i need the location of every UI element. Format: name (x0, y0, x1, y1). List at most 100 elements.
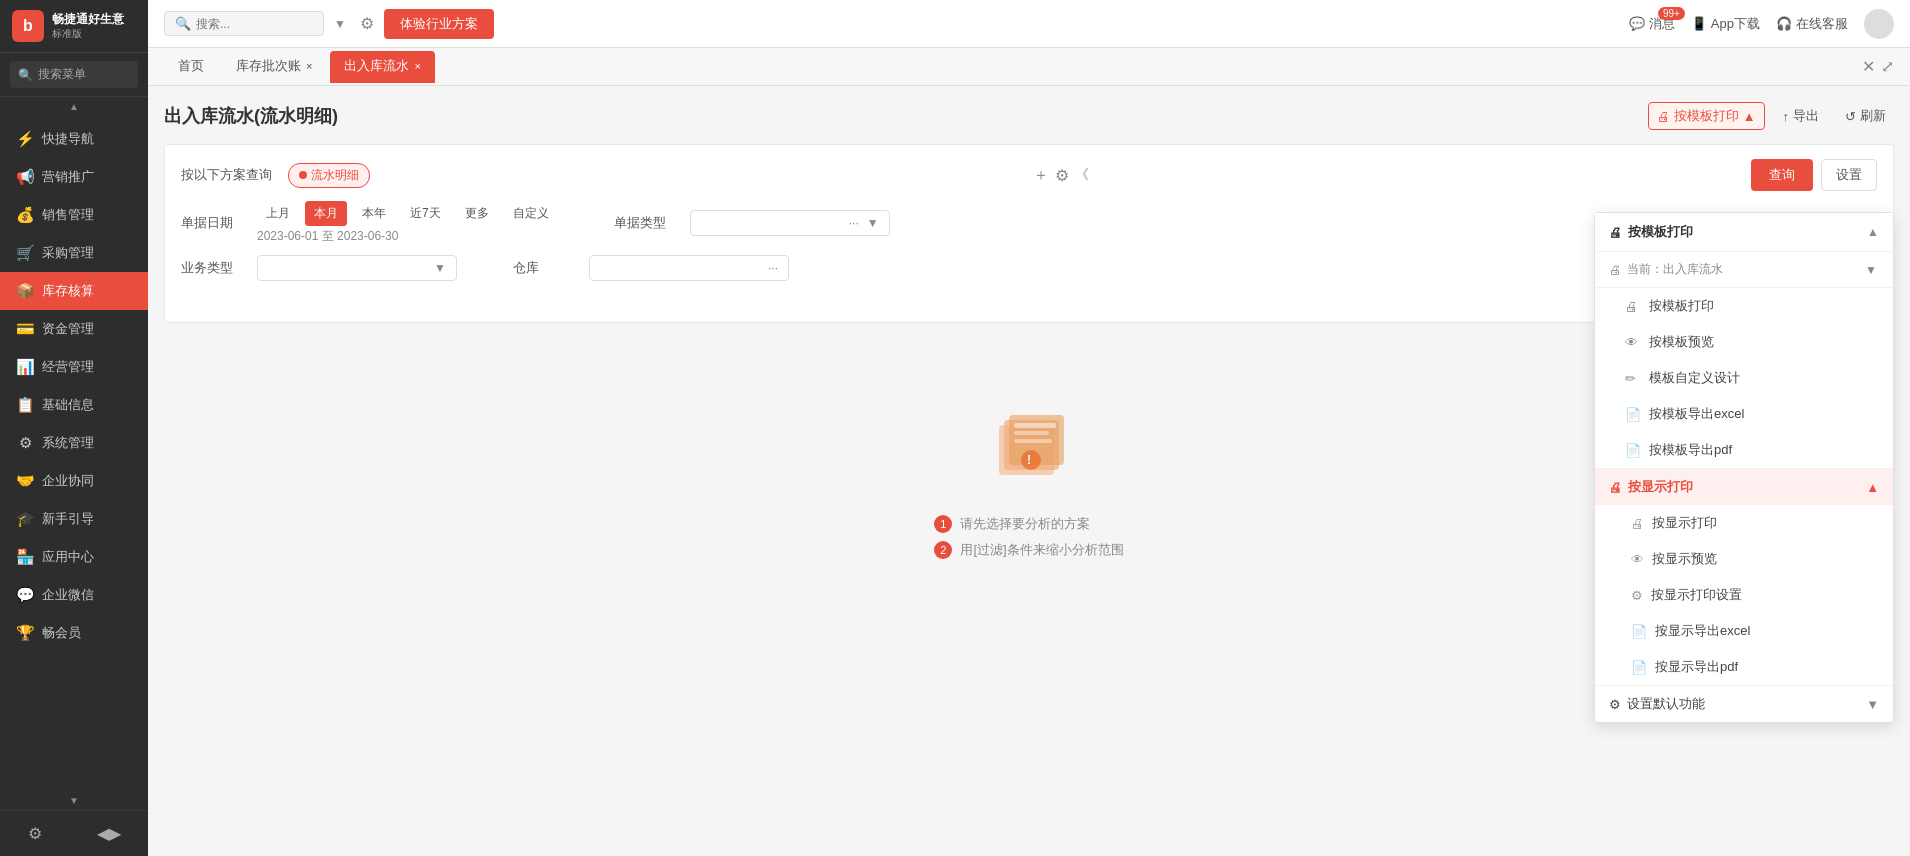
date-7days-btn[interactable]: 近7天 (401, 201, 450, 226)
sidebar-logo: b 畅捷通好生意 标准版 (0, 0, 148, 53)
doc-type-select[interactable]: ··· ▼ (690, 210, 890, 236)
tab-close-all-button[interactable]: ✕ (1862, 57, 1875, 76)
dropdown-collapse-icon[interactable]: ▲ (1867, 225, 1879, 239)
sidebar-item-sales[interactable]: 💰 销售管理 (0, 196, 148, 234)
template-print-item[interactable]: 🖨 按模板打印 (1595, 288, 1893, 324)
sidebar-item-collaboration[interactable]: 🤝 企业协同 (0, 462, 148, 500)
logo-text: 畅捷通好生意 标准版 (52, 12, 124, 41)
filter-add-button[interactable]: ＋ (1033, 165, 1049, 186)
date-this-month-btn[interactable]: 本月 (305, 201, 347, 226)
filter-collapse-button[interactable]: 《 (1075, 166, 1089, 184)
template-export-excel-item[interactable]: 📄 按模板导出excel (1595, 396, 1893, 432)
template-preview-item[interactable]: 👁 按模板预览 (1595, 324, 1893, 360)
display-export-excel-item[interactable]: 📄 按显示导出excel (1595, 613, 1893, 649)
sidebar-item-label: 资金管理 (42, 320, 94, 338)
tab-flow[interactable]: 出入库流水 × (330, 51, 434, 83)
sidebar-item-membership[interactable]: 🏆 畅会员 (0, 614, 148, 652)
app-download-button[interactable]: 📱 App下载 (1691, 15, 1760, 33)
doc-type-more-icon[interactable]: ··· (849, 216, 859, 230)
scroll-down-arrow[interactable]: ▼ (0, 791, 148, 810)
template-export-excel-label: 按模板导出excel (1649, 405, 1744, 423)
set-button[interactable]: 设置 (1821, 159, 1877, 191)
tab-expand-button[interactable]: ⤢ (1881, 57, 1894, 76)
date-more-btn[interactable]: 更多 (456, 201, 498, 226)
sidebar-item-wechat[interactable]: 💬 企业微信 (0, 576, 148, 614)
date-last-month-btn[interactable]: 上月 (257, 201, 299, 226)
topbar-settings-icon[interactable]: ⚙ (360, 14, 374, 33)
template-export-excel-icon: 📄 (1625, 407, 1641, 422)
display-section-label: 按显示打印 (1628, 478, 1693, 496)
trial-industry-button[interactable]: 体验行业方案 (384, 9, 494, 39)
sidebar-search-inner[interactable]: 🔍 搜索菜单 (10, 61, 138, 88)
topbar-search-input[interactable] (196, 17, 296, 31)
template-customize-label: 模板自定义设计 (1649, 369, 1740, 387)
display-export-pdf-label: 按显示导出pdf (1655, 658, 1738, 676)
user-avatar[interactable] (1864, 9, 1894, 39)
online-service-button[interactable]: 🎧 在线客服 (1776, 15, 1848, 33)
topbar-search-box[interactable]: 🔍 (164, 11, 324, 36)
export-icon: ↑ (1783, 109, 1790, 124)
filter-actions: ＋ ⚙ 《 (1033, 165, 1089, 186)
display-preview-item[interactable]: 👁 按显示预览 (1595, 541, 1893, 577)
sidebar-item-basics[interactable]: 📋 基础信息 (0, 386, 148, 424)
business-type-select[interactable]: ▼ (257, 255, 457, 281)
template-customize-item[interactable]: ✏ 模板自定义设计 (1595, 360, 1893, 396)
sidebar-item-app-center[interactable]: 🏪 应用中心 (0, 538, 148, 576)
sidebar-item-purchase[interactable]: 🛒 采购管理 (0, 234, 148, 272)
export-button[interactable]: ↑ 导出 (1775, 103, 1828, 129)
scroll-up-arrow[interactable]: ▲ (0, 97, 148, 116)
sidebar-item-system[interactable]: ⚙ 系统管理 (0, 424, 148, 462)
dropdown-footer[interactable]: ⚙ 设置默认功能 ▼ (1595, 685, 1893, 722)
tab-inventory-batch-close[interactable]: × (306, 60, 312, 72)
refresh-button[interactable]: ↺ 刷新 (1837, 103, 1894, 129)
page-content: 出入库流水(流水明细) 🖨 按模板打印 ▲ ↑ 导出 ↺ 刷新 (148, 86, 1910, 856)
tab-home[interactable]: 首页 (164, 51, 218, 83)
settings-bottom-btn[interactable]: ⚙ (18, 819, 52, 848)
template-preview-icon: 👁 (1625, 335, 1641, 350)
sidebar-item-marketing[interactable]: 📢 营销推广 (0, 158, 148, 196)
default-settings-label: 设置默认功能 (1627, 695, 1705, 713)
display-print-settings-item[interactable]: ⚙ 按显示打印设置 (1595, 577, 1893, 613)
dropdown-current-section: 🖨 当前：出入库流水 ▼ (1595, 252, 1893, 287)
warehouse-more-icon[interactable]: ··· (768, 261, 778, 275)
sidebar-bottom: ⚙ ◀▶ (0, 810, 148, 856)
svg-rect-5 (1014, 439, 1052, 443)
tab-flow-close[interactable]: × (414, 60, 420, 72)
message-button[interactable]: 💬 消息 99+ (1629, 15, 1675, 33)
template-preview-label: 按模板预览 (1649, 333, 1714, 351)
sidebar-item-newbie[interactable]: 🎓 新手引导 (0, 500, 148, 538)
sidebar-item-finance[interactable]: 💳 资金管理 (0, 310, 148, 348)
sidebar-item-label: 新手引导 (42, 510, 94, 528)
app-download-icon: 📱 (1691, 16, 1707, 31)
date-custom-btn[interactable]: 自定义 (504, 201, 558, 226)
marketing-icon: 📢 (16, 168, 34, 186)
print-icon: 🖨 (1657, 109, 1670, 124)
warehouse-select[interactable]: ··· (589, 255, 789, 281)
display-print-item[interactable]: 🖨 按显示打印 (1595, 505, 1893, 541)
dropdown-header: 🖨 按模板打印 ▲ (1595, 213, 1893, 252)
sidebar-item-operations[interactable]: 📊 经营管理 (0, 348, 148, 386)
sub-filter-tag[interactable]: 流水明细 (288, 163, 370, 188)
sidebar-item-quick-nav[interactable]: ⚡ 快捷导航 (0, 120, 148, 158)
tab-inventory-batch[interactable]: 库存批次账 × (222, 51, 326, 83)
tab-inventory-batch-label: 库存批次账 (236, 57, 301, 75)
dropdown-current-item[interactable]: 🖨 当前：出入库流水 ▼ (1595, 252, 1893, 287)
collapse-sidebar-btn[interactable]: ◀▶ (87, 819, 131, 848)
sidebar-item-inventory[interactable]: 📦 库存核算 (0, 272, 148, 310)
newbie-icon: 🎓 (16, 510, 34, 528)
sidebar-search-container[interactable]: 🔍 搜索菜单 (0, 53, 148, 97)
query-button[interactable]: 查询 (1751, 159, 1813, 191)
sidebar-item-label: 库存核算 (42, 282, 94, 300)
template-print-button[interactable]: 🖨 按模板打印 ▲ (1648, 102, 1765, 130)
display-print-header[interactable]: 🖨 按显示打印 ▲ (1595, 469, 1893, 505)
template-export-pdf-item[interactable]: 📄 按模板导出pdf (1595, 432, 1893, 468)
date-this-year-btn[interactable]: 本年 (353, 201, 395, 226)
display-print-icon: 🖨 (1609, 480, 1622, 495)
display-print-section: 🖨 按显示打印 ▲ 🖨 按显示打印 👁 按显示预览 (1595, 468, 1893, 685)
tab-home-label: 首页 (178, 57, 204, 75)
date-filter: 上月 本月 本年 近7天 更多 自定义 (257, 201, 558, 226)
topbar-chevron-icon[interactable]: ▼ (334, 17, 346, 31)
display-export-pdf-item[interactable]: 📄 按显示导出pdf (1595, 649, 1893, 685)
filter-settings-button[interactable]: ⚙ (1055, 166, 1069, 185)
sidebar-menu: ⚡ 快捷导航 📢 营销推广 💰 销售管理 🛒 采购管理 📦 库存核算 💳 资金管… (0, 116, 148, 791)
